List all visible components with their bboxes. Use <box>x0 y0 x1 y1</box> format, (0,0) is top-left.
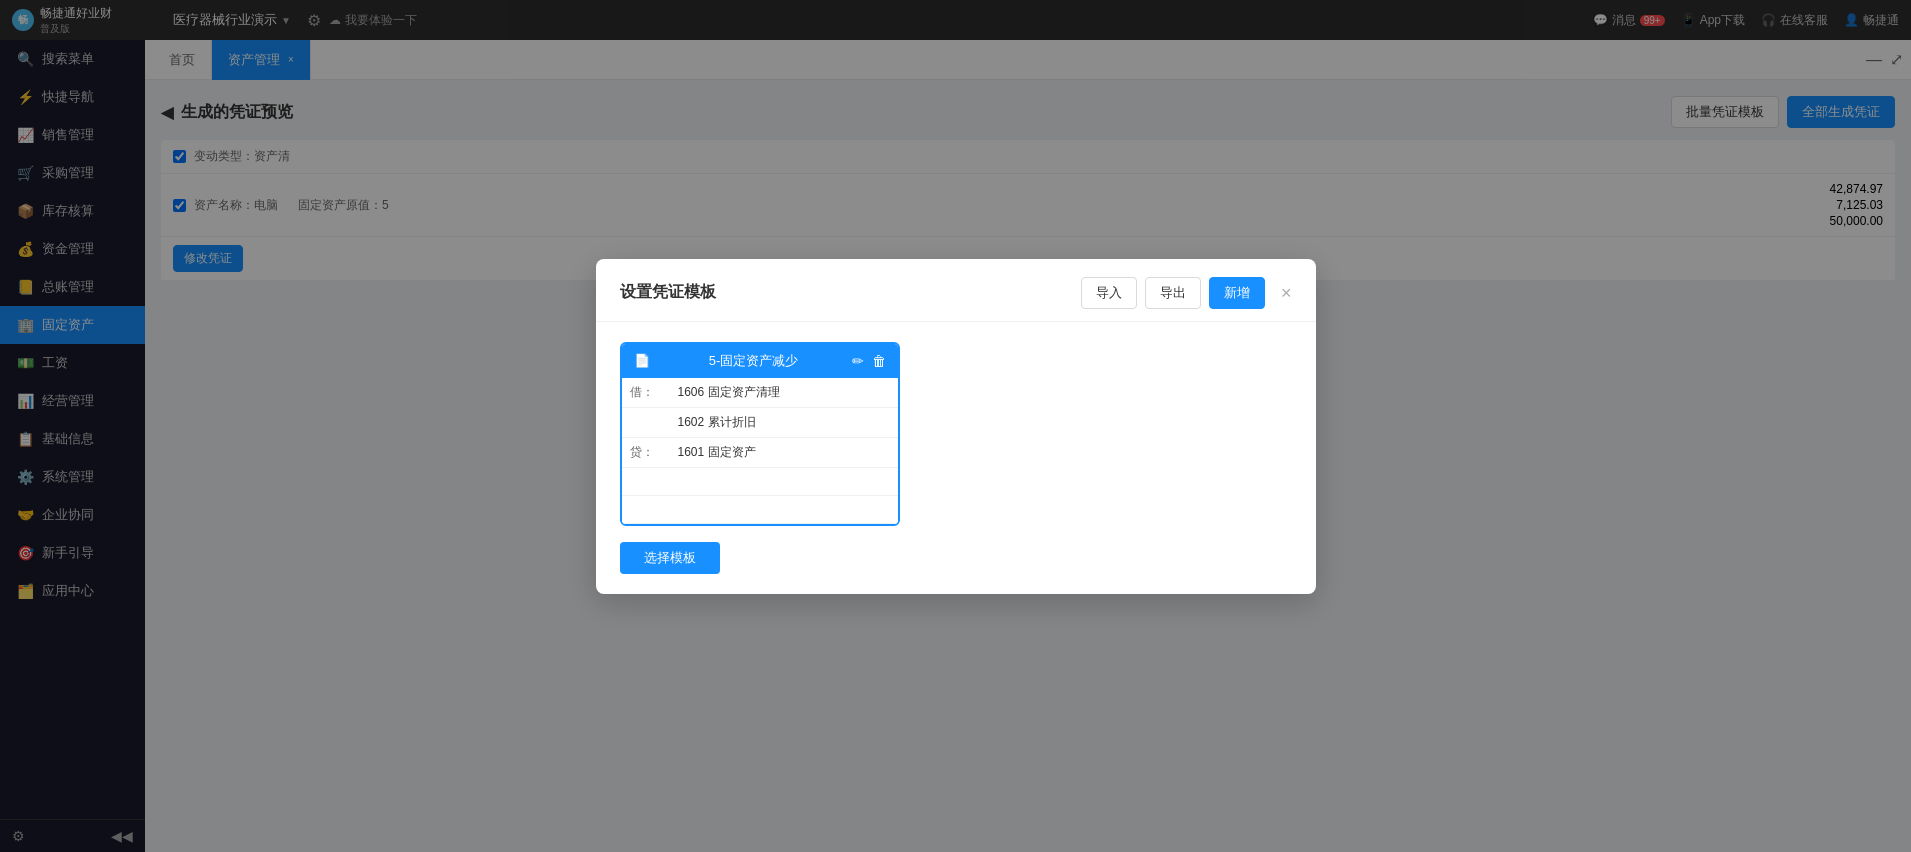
template-card-actions: ✏ 🗑 <box>852 353 886 369</box>
template-edit-button[interactable]: ✏ <box>852 353 864 369</box>
template-card-header: 📄 5-固定资产减少 ✏ 🗑 <box>622 344 898 378</box>
template-row-1: 1602 累计折旧 <box>622 408 898 438</box>
select-template-button[interactable]: 选择模板 <box>620 542 720 574</box>
import-button[interactable]: 导入 <box>1081 277 1137 309</box>
template-row-4-empty <box>622 496 898 524</box>
new-button[interactable]: 新增 <box>1209 277 1265 309</box>
template-card-body: 借： 1606 固定资产清理 1602 累计折旧 贷： 1601 固定资产 <box>622 378 898 524</box>
template-row-0-account: 1606 固定资产清理 <box>678 384 890 401</box>
template-card-icon: 📄 <box>634 353 650 368</box>
modal-body: 📄 5-固定资产减少 ✏ 🗑 借： 1606 固定资产清理 1602 累计折旧 <box>596 322 1316 594</box>
modal-header-actions: 导入 导出 新增 <box>1081 277 1265 309</box>
modal-close-button[interactable]: × <box>1281 284 1292 302</box>
export-button[interactable]: 导出 <box>1145 277 1201 309</box>
modal-header: 设置凭证模板 导入 导出 新增 × <box>596 259 1316 322</box>
set-template-modal: 设置凭证模板 导入 导出 新增 × 📄 5-固定资产减少 ✏ 🗑 <box>596 259 1316 594</box>
template-row-2-type: 贷： <box>630 444 678 461</box>
template-row-2: 贷： 1601 固定资产 <box>622 438 898 468</box>
template-row-2-account: 1601 固定资产 <box>678 444 890 461</box>
template-row-1-account: 1602 累计折旧 <box>678 414 890 431</box>
modal-title: 设置凭证模板 <box>620 282 716 303</box>
template-row-0-type: 借： <box>630 384 678 401</box>
modal-overlay: 设置凭证模板 导入 导出 新增 × 📄 5-固定资产减少 ✏ 🗑 <box>0 0 1911 852</box>
template-delete-button[interactable]: 🗑 <box>872 353 886 369</box>
template-row-3-empty <box>622 468 898 496</box>
template-card: 📄 5-固定资产减少 ✏ 🗑 借： 1606 固定资产清理 1602 累计折旧 <box>620 342 900 526</box>
template-card-name: 5-固定资产减少 <box>709 352 799 370</box>
template-row-0: 借： 1606 固定资产清理 <box>622 378 898 408</box>
